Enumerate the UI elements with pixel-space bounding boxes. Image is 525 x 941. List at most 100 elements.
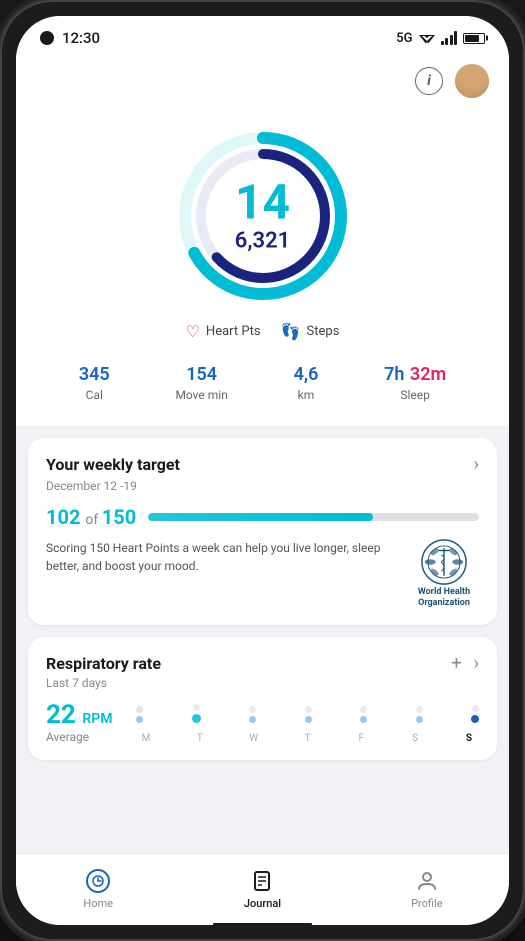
resp-value: 22 RPM [46, 700, 116, 730]
resp-avg-label: Average [46, 730, 116, 744]
home-icon [86, 869, 110, 893]
signal-icon [441, 31, 458, 45]
dot-t2-1 [305, 706, 312, 713]
weekly-target-card[interactable]: Your weekly target › December 12 -19 102… [28, 438, 497, 625]
status-bar: 12:30 5G [16, 16, 509, 60]
stat-sleep-value: 7h 32m [384, 361, 446, 386]
status-left: 12:30 [40, 29, 100, 47]
nav-journal[interactable]: Journal [180, 854, 344, 925]
stat-sleep: 7h 32m Sleep [384, 361, 446, 402]
stat-move: 154 Move min [175, 361, 227, 402]
legend-steps: 👣 Steps [281, 322, 340, 341]
resp-value-block: 22 RPM Average [46, 700, 116, 744]
stat-km-label: km [294, 388, 319, 402]
card-chevron-icon[interactable]: › [474, 454, 479, 475]
legend-heart: ♡ Heart Pts [186, 322, 261, 341]
info-button[interactable]: i [415, 67, 443, 95]
respiratory-card[interactable]: Respiratory rate + › Last 7 days 22 RPM … [28, 637, 497, 760]
dot-t2-2 [305, 716, 312, 723]
stat-move-label: Move min [175, 388, 227, 402]
target-body: Scoring 150 Heart Points a week can help… [46, 539, 479, 609]
card-title: Your weekly target [46, 455, 180, 474]
dot-col-t2 [305, 706, 312, 723]
card-header: Your weekly target › [46, 454, 479, 475]
dot-f-2 [360, 716, 367, 723]
stat-move-value: 154 [175, 361, 227, 386]
target-total: 150 [102, 505, 136, 529]
day-f: F [351, 733, 371, 744]
dot-col-w [249, 706, 256, 723]
scroll-content[interactable]: 14 6,321 ♡ Heart Pts 👣 Steps [16, 110, 509, 853]
stat-sleep-label: Sleep [384, 388, 446, 402]
resp-actions: + › [451, 653, 479, 674]
resp-content: 22 RPM Average [46, 700, 479, 744]
dot-f-1 [360, 706, 367, 713]
dot-row [136, 704, 479, 729]
day-w: W [244, 733, 264, 744]
ring-chart: 14 6,321 [173, 126, 353, 306]
dot-col-t1 [192, 704, 201, 723]
avatar-image [455, 64, 489, 98]
resp-title: Respiratory rate [46, 654, 161, 673]
day-s2: S [459, 733, 479, 744]
dot-col-s1 [416, 706, 423, 723]
dot-w-1 [249, 706, 256, 713]
stats-row: 345 Cal 154 Move min 4,6 km [36, 361, 489, 402]
dot-col-s2 [471, 705, 479, 723]
ring-sub-number: 6,321 [235, 229, 290, 254]
dot-t1-2 [192, 714, 201, 723]
progress-bar [148, 513, 479, 521]
day-t2: T [297, 733, 317, 744]
dot-chart: M T W T F S S [136, 704, 479, 744]
phone-shell: 12:30 5G [0, 0, 525, 941]
chevron-right-icon[interactable]: › [474, 653, 479, 674]
stat-cal: 345 Cal [79, 361, 110, 402]
journal-icon [250, 869, 274, 893]
dot-s2-2 [471, 715, 479, 723]
steps-label: Steps [307, 324, 340, 339]
stat-km: 4,6 km [294, 361, 319, 402]
wifi-icon [419, 31, 435, 45]
bottom-nav: Home Journal Profile [16, 853, 509, 925]
who-text: World HealthOrganization [418, 587, 470, 609]
dot-t1-1 [193, 704, 200, 711]
day-labels: M T W T F S S [136, 729, 479, 744]
plus-button[interactable]: + [451, 653, 461, 674]
day-t1: T [190, 733, 210, 744]
status-right: 5G [396, 31, 485, 46]
nav-profile-label: Profile [411, 897, 442, 910]
nav-home[interactable]: Home [16, 854, 180, 925]
card-subtitle: December 12 -19 [46, 479, 479, 493]
who-logo: World HealthOrganization [409, 539, 479, 609]
screen: 12:30 5G [16, 16, 509, 925]
avatar[interactable] [455, 64, 489, 98]
stat-cal-value: 345 [79, 361, 110, 386]
heart-icon: ♡ [186, 322, 200, 341]
dot-col-m [136, 706, 143, 723]
heart-pts-label: Heart Pts [206, 324, 261, 339]
progress-fill [148, 513, 373, 521]
status-time: 12:30 [62, 29, 100, 47]
target-desc: Scoring 150 Heart Points a week can help… [46, 539, 397, 575]
dot-s2-1 [472, 705, 479, 712]
dot-col-f [360, 706, 367, 723]
ring-center: 14 6,321 [235, 179, 290, 254]
dot-s1-1 [416, 706, 423, 713]
dot-m-1 [136, 706, 143, 713]
nav-journal-label: Journal [244, 897, 281, 910]
target-of: of [85, 512, 101, 528]
dot-m-2 [136, 716, 143, 723]
stat-cal-label: Cal [79, 388, 110, 402]
hero-section: 14 6,321 ♡ Heart Pts 👣 Steps [16, 110, 509, 426]
nav-home-label: Home [83, 897, 113, 910]
app-header: i [16, 60, 509, 110]
camera-dot [40, 31, 54, 45]
day-m: M [136, 733, 156, 744]
resp-header: Respiratory rate + › [46, 653, 479, 674]
day-s1: S [405, 733, 425, 744]
target-value: 102 of 150 [46, 505, 136, 529]
steps-icon: 👣 [281, 322, 301, 341]
who-emblem-icon [421, 539, 467, 585]
resp-unit: RPM [82, 711, 112, 727]
nav-profile[interactable]: Profile [345, 854, 509, 925]
